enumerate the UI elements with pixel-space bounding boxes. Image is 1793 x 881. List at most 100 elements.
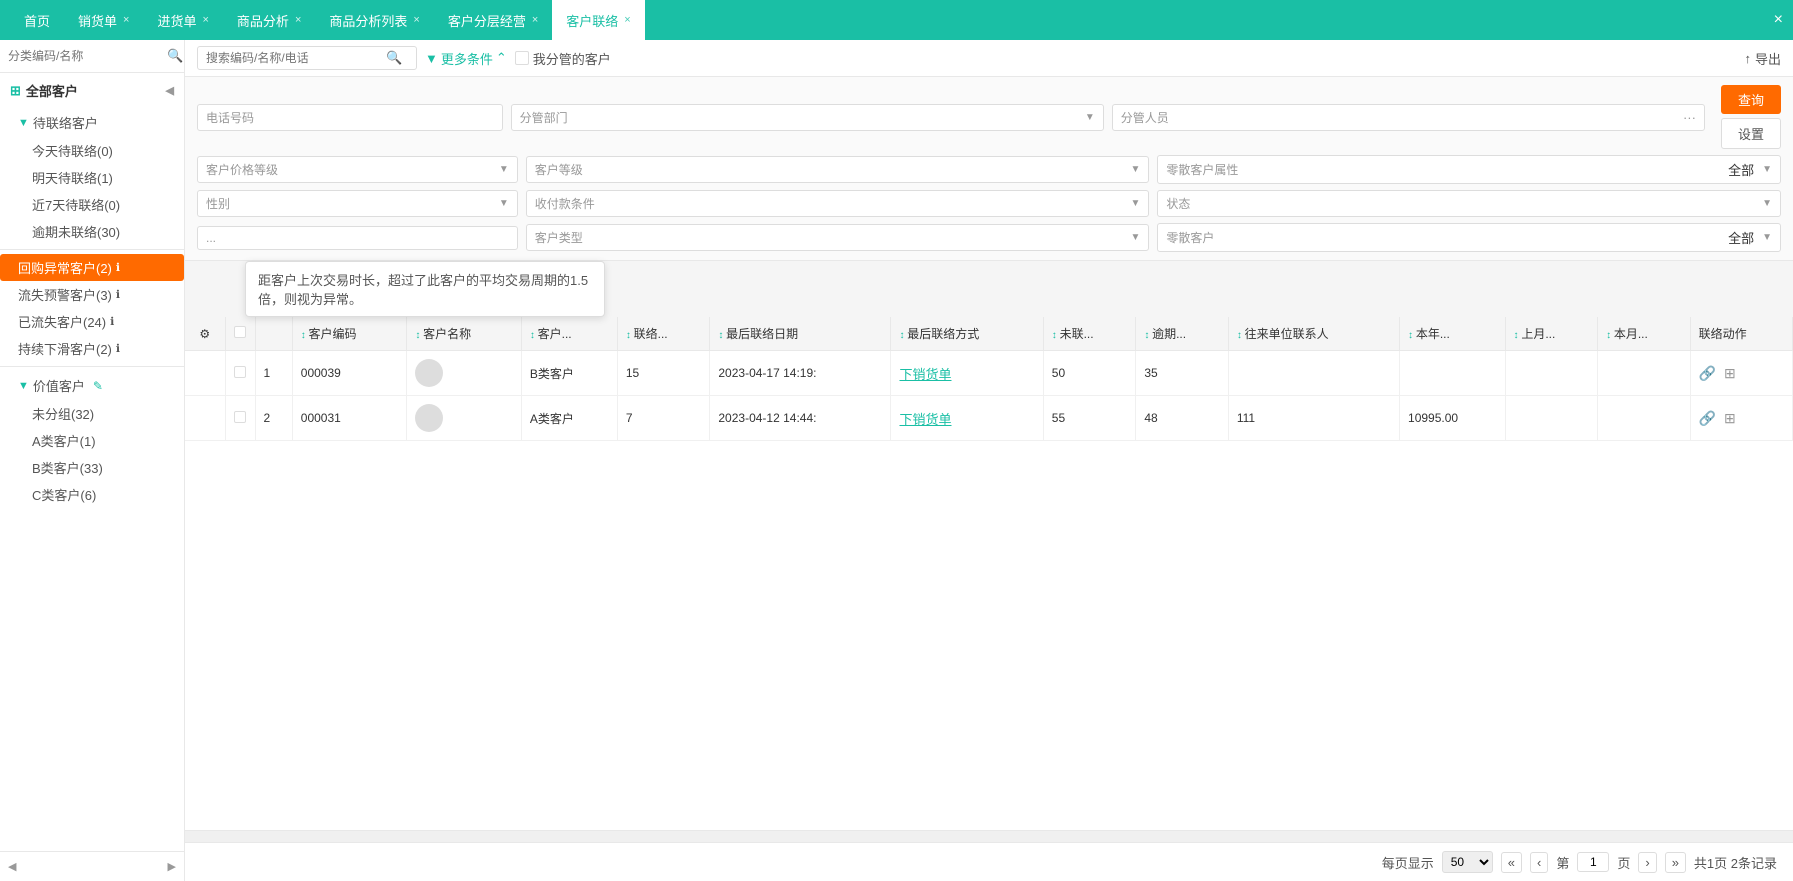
sidebar-search-input[interactable] [8, 49, 163, 63]
export-btn[interactable]: ↑ 导出 [1744, 49, 1781, 68]
col-checkbox[interactable] [225, 317, 255, 351]
sidebar-overdue-pending[interactable]: 逾期未联络(30) [10, 218, 184, 245]
data-table-container[interactable]: ⚙ 客户编码 客户名称 客户... 联络... 最后联络日期 最后联络方式 未联… [185, 317, 1793, 830]
nav-analysis-list[interactable]: 商品分析列表 × [315, 0, 433, 40]
nav-analysis-list-close[interactable]: × [413, 14, 419, 26]
sidebar-7days-pending[interactable]: 近7天待联络(0) [10, 191, 184, 218]
row4-dots-field[interactable]: ... [197, 226, 518, 250]
per-page-select[interactable]: 50 20 100 [1442, 851, 1493, 873]
chevron-down-icon-3: ▼ [1130, 164, 1140, 175]
close-all-button[interactable]: × [1774, 11, 1783, 29]
sidebar-tomorrow-pending[interactable]: 明天待联络(1) [10, 164, 184, 191]
phone-field[interactable]: 电话号码 [197, 104, 503, 131]
nav-analysis-close[interactable]: × [295, 14, 301, 26]
row1-last-method[interactable]: 下销货单 [891, 351, 1043, 396]
query-button[interactable]: 查询 [1721, 85, 1781, 114]
more-conditions-btn[interactable]: ▼ 更多条件 ⌃ [425, 49, 507, 68]
customer-level-label: 客户等级 [535, 161, 583, 178]
action-grid-icon-1[interactable]: ⊞ [1724, 365, 1736, 382]
col-index [255, 317, 292, 351]
page-end-label: 页 [1617, 853, 1630, 872]
last-page-btn[interactable]: » [1665, 852, 1686, 873]
col-company-contact[interactable]: 往来单位联系人 [1228, 317, 1399, 351]
col-last-date[interactable]: 最后联络日期 [710, 317, 891, 351]
sidebar-b-class[interactable]: B类客户(33) [10, 454, 184, 481]
action-link-icon-1[interactable]: 🔗 [1699, 365, 1716, 382]
customer-type-field[interactable]: 客户类型 ▼ [526, 224, 1150, 251]
pending-contact-label: 待联络客户 [33, 113, 98, 132]
row1-checkbox[interactable] [225, 351, 255, 396]
row1-name[interactable] [407, 351, 522, 396]
prev-page-btn[interactable]: ‹ [1530, 852, 1548, 873]
retail-customer-field[interactable]: 零散客户 全部 ▼ [1157, 223, 1781, 252]
payment-field[interactable]: 收付款条件 ▼ [526, 190, 1150, 217]
nav-customer-tier[interactable]: 客户分层经营 × [434, 0, 552, 40]
customer-price-field[interactable]: 客户价格等级 ▼ [197, 156, 518, 183]
tooltip-popup: 距客户上次交易时长，超过了此客户的平均交易周期的1.5倍，则视为异常。 [245, 261, 605, 317]
settings-button[interactable]: 设置 [1721, 118, 1781, 149]
gender-field[interactable]: 性别 ▼ [197, 190, 518, 217]
collapse-icon[interactable]: ◀ [166, 84, 174, 97]
nav-analysis[interactable]: 商品分析 × [223, 0, 315, 40]
info-icon-4: ℹ [116, 342, 120, 355]
filter-row-3: 性别 ▼ 收付款条件 ▼ 状态 ▼ [197, 190, 1781, 217]
sidebar-today-pending[interactable]: 今天待联络(0) [10, 137, 184, 164]
sidebar-lost[interactable]: 已流失客户(24) ℹ [0, 308, 184, 335]
value-customers-header[interactable]: ▼ 价值客户 ✎ [10, 371, 184, 400]
sidebar-a-class[interactable]: A类客户(1) [10, 427, 184, 454]
branch-dept-field[interactable]: 分管部门 ▼ [511, 104, 1104, 131]
col-last-method[interactable]: 最后联络方式 [891, 317, 1043, 351]
sidebar-repurchase-abnormal[interactable]: 回购异常客户(2) ℹ [0, 254, 184, 281]
col-unpaid[interactable]: 未联... [1043, 317, 1136, 351]
nav-sales[interactable]: 销货单 × [64, 0, 143, 40]
col-type[interactable]: 客户... [521, 317, 617, 351]
row2-last-method[interactable]: 下销货单 [891, 396, 1043, 441]
page-input[interactable] [1577, 852, 1609, 872]
sidebar-search-icon[interactable]: 🔍 [167, 48, 183, 64]
row2-name[interactable] [407, 396, 522, 441]
table-row[interactable]: 2 000031 A类客户 7 2023-04-12 14:44: 下销货单 5… [185, 396, 1793, 441]
first-page-btn[interactable]: « [1501, 852, 1522, 873]
action-grid-icon-2[interactable]: ⊞ [1724, 410, 1736, 427]
nav-home[interactable]: 首页 [10, 0, 64, 40]
status-field[interactable]: 状态 ▼ [1157, 190, 1781, 217]
my-customer-checkbox[interactable] [515, 51, 529, 65]
per-page-label: 每页显示 [1382, 853, 1434, 872]
all-customers-header[interactable]: ⊞ 全部客户 ◀ [0, 73, 184, 108]
nav-sales-close[interactable]: × [123, 14, 129, 26]
pending-contact-header[interactable]: ▼ 待联络客户 [10, 108, 184, 137]
main-search-icon[interactable]: 🔍 [386, 50, 402, 66]
action-link-icon-2[interactable]: 🔗 [1699, 410, 1716, 427]
sidebar-divider-1 [0, 249, 184, 250]
nav-purchase[interactable]: 进货单 × [143, 0, 222, 40]
my-customer-checkbox-wrap[interactable]: 我分管的客户 [515, 49, 611, 68]
value-customers-label: 价值客户 [33, 376, 85, 395]
table-row[interactable]: 1 000039 B类客户 15 2023-04-17 14:19: 下销货单 … [185, 351, 1793, 396]
nav-customer-tier-close[interactable]: × [532, 14, 538, 26]
nav-customer-tier-label: 客户分层经营 [448, 11, 526, 30]
row2-checkbox[interactable] [225, 396, 255, 441]
col-overdue[interactable]: 逾期... [1136, 317, 1229, 351]
customer-level-field[interactable]: 客户等级 ▼ [526, 156, 1150, 183]
col-contact-count[interactable]: 联络... [617, 317, 710, 351]
sidebar-declining[interactable]: 持续下滑客户(2) ℹ [0, 335, 184, 362]
branch-person-field[interactable]: 分管人员 ··· [1112, 104, 1705, 131]
col-code[interactable]: 客户编码 [292, 317, 407, 351]
sidebar-lost-pre[interactable]: 流失预警客户(3) ℹ [0, 281, 184, 308]
horizontal-scrollbar[interactable] [185, 830, 1793, 842]
row1-contact-count: 15 [617, 351, 710, 396]
nav-purchase-close[interactable]: × [202, 14, 208, 26]
col-gear[interactable]: ⚙ [185, 317, 225, 351]
edit-icon[interactable]: ✎ [93, 379, 103, 393]
nav-customer-contact[interactable]: 客户联络 × [552, 0, 644, 40]
sidebar-c-class[interactable]: C类客户(6) [10, 481, 184, 508]
col-last-month[interactable]: 上月... [1505, 317, 1598, 351]
retail-attr-field[interactable]: 零散客户属性 全部 ▼ [1157, 155, 1781, 184]
main-search-input[interactable] [206, 51, 386, 65]
col-this-month[interactable]: 本月... [1598, 317, 1691, 351]
col-name[interactable]: 客户名称 [407, 317, 522, 351]
col-this-year[interactable]: 本年... [1400, 317, 1506, 351]
nav-customer-contact-close[interactable]: × [624, 14, 630, 26]
next-page-btn[interactable]: › [1638, 852, 1656, 873]
sidebar-unclassified[interactable]: 未分组(32) [10, 400, 184, 427]
